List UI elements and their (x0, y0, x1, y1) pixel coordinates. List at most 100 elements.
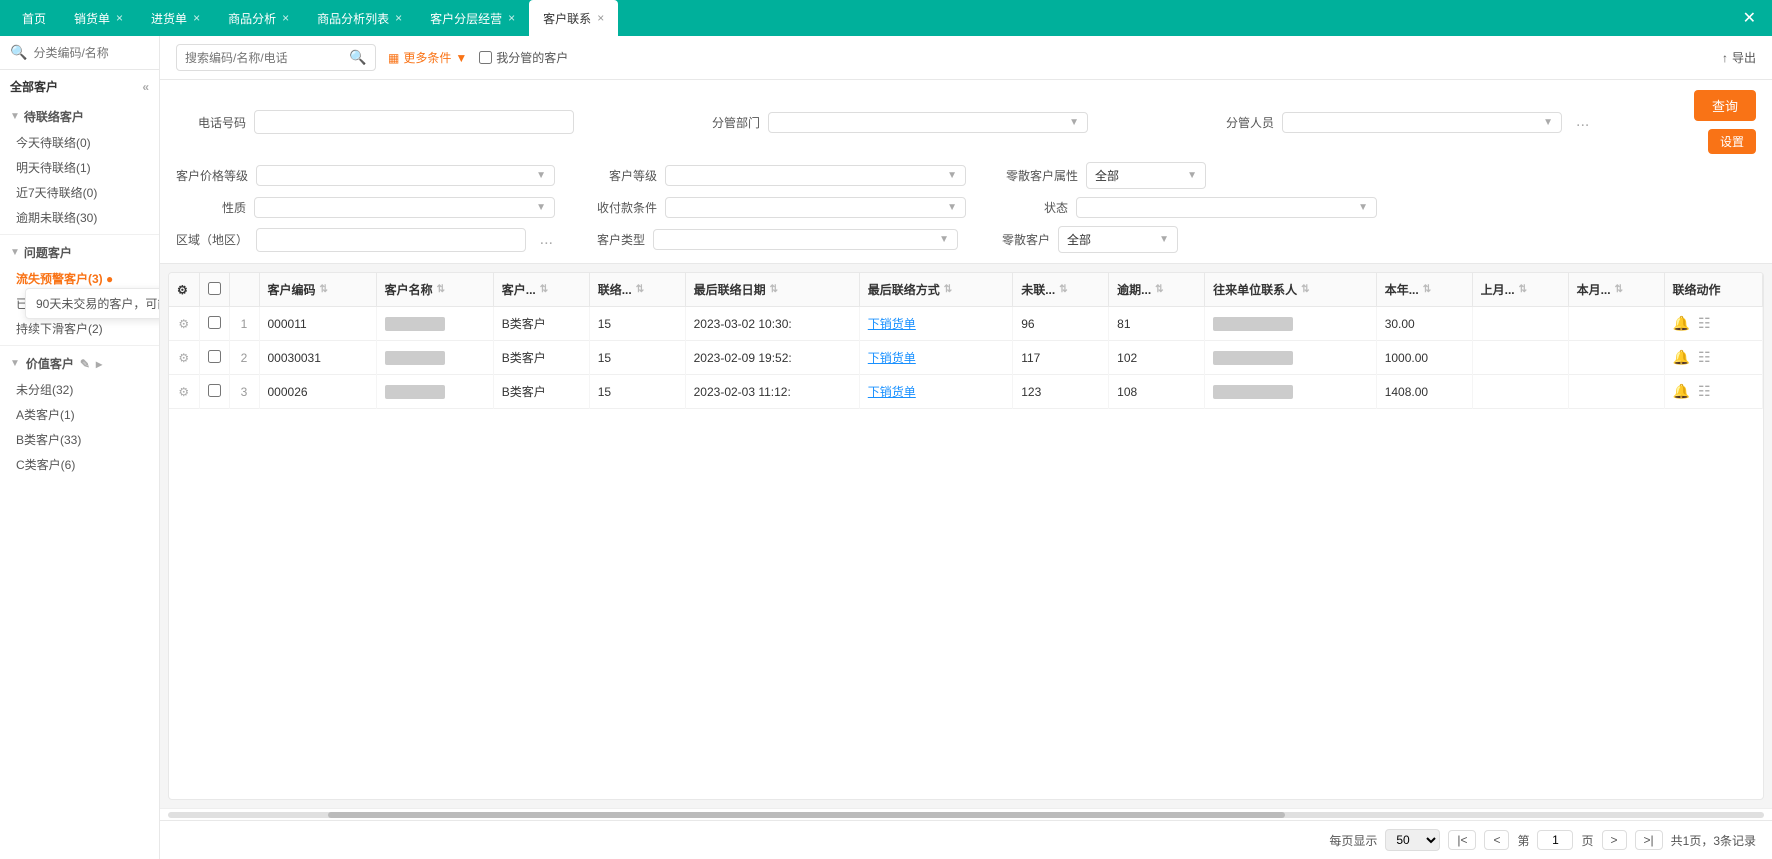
last-page-btn[interactable]: >| (1635, 830, 1663, 850)
sidebar-group-value[interactable]: ▼ 价值客户 ✎ ▸ (0, 350, 159, 377)
sidebar-group-problem[interactable]: ▼ 问题客户 (0, 239, 159, 266)
sidebar-item-ungrouped[interactable]: 未分组(32) (0, 377, 159, 402)
sidebar-item-churn-warning-badge: ● (106, 272, 113, 286)
row-action-bell-2[interactable]: 🔔 (1673, 383, 1690, 400)
th-overdue[interactable]: 逾期... ⇅ (1109, 273, 1205, 307)
tab-customer-contact[interactable]: 客户联系 × (529, 0, 618, 36)
page-number-input[interactable] (1537, 830, 1573, 850)
th-last-method[interactable]: 最后联络方式 ⇅ (859, 273, 1012, 307)
th-last-month[interactable]: 上月... ⇅ (1472, 273, 1568, 307)
filter-label-price-grade: 客户价格等级 (176, 167, 248, 184)
row-last-method-0[interactable]: 下销货单 (859, 307, 1012, 341)
th-last-date[interactable]: 最后联络日期 ⇅ (685, 273, 859, 307)
my-customers-check[interactable] (479, 51, 492, 64)
my-customers-checkbox[interactable]: 我分管的客户 (479, 49, 568, 66)
th-this-month[interactable]: 本月... ⇅ (1568, 273, 1664, 307)
filter-input-region[interactable] (256, 228, 526, 252)
row-action-bell-0[interactable]: 🔔 (1673, 315, 1690, 332)
filter-select-payment[interactable]: ▼ (665, 197, 966, 218)
tab-customer-contact-close[interactable]: × (597, 11, 604, 25)
filter-select-status[interactable]: ▼ (1076, 197, 1377, 218)
next-page-btn[interactable]: > (1602, 830, 1627, 850)
filter-select-price-grade[interactable]: ▼ (256, 165, 555, 186)
tab-product-list-close[interactable]: × (395, 11, 402, 25)
filter-select-manager[interactable]: ▼ (1282, 112, 1562, 133)
bottom-scrollbar-thumb[interactable] (328, 812, 1286, 818)
query-button[interactable]: 查询 (1694, 90, 1756, 121)
tab-purchase[interactable]: 进货单 × (137, 0, 214, 36)
tab-purchase-close[interactable]: × (193, 11, 200, 25)
filter-select-retail[interactable]: 全部 ▼ (1058, 226, 1178, 253)
filter-select-customer-grade[interactable]: ▼ (665, 165, 966, 186)
row-checkbox-1[interactable] (208, 350, 221, 363)
row-checkbox-cell[interactable] (199, 341, 229, 375)
sidebar-search-input[interactable] (33, 46, 160, 60)
sidebar-root-header[interactable]: 全部客户 « (0, 70, 159, 103)
th-this-year[interactable]: 本年... ⇅ (1376, 273, 1472, 307)
row-checkbox-2[interactable] (208, 384, 221, 397)
sidebar-item-class-c[interactable]: C类客户(6) (0, 452, 159, 477)
sidebar-item-declining[interactable]: 持续下滑客户(2) (0, 316, 159, 341)
prev-page-btn[interactable]: < (1484, 830, 1509, 850)
tab-sales[interactable]: 销货单 × (60, 0, 137, 36)
tab-home[interactable]: 首页 (8, 0, 60, 36)
th-uncontacted[interactable]: 未联... ⇅ (1013, 273, 1109, 307)
region-more-btn[interactable]: ... (534, 231, 559, 249)
filter-select-customer-type[interactable]: ▼ (653, 229, 958, 250)
th-contact[interactable]: 联络... ⇅ (589, 273, 685, 307)
sidebar-group-value-edit-icon[interactable]: ✎ (80, 357, 90, 371)
row-last-method-2[interactable]: 下销货单 (859, 375, 1012, 409)
sidebar-item-overdue[interactable]: 逾期未联络(30) (0, 205, 159, 230)
row-action-grid-1[interactable]: ☷ (1698, 349, 1711, 366)
row-settings[interactable]: ⚙ (169, 375, 199, 409)
row-last-method-link-0[interactable]: 下销货单 (868, 317, 916, 331)
filter-select-retail-attr[interactable]: 全部 ▼ (1086, 162, 1206, 189)
tab-sales-close[interactable]: × (116, 11, 123, 25)
search-icon[interactable]: 🔍 (349, 49, 366, 66)
row-checkbox-cell[interactable] (199, 375, 229, 409)
row-last-method-1[interactable]: 下销货单 (859, 341, 1012, 375)
th-uncontacted-sort: ⇅ (1059, 284, 1067, 295)
row-action-grid-2[interactable]: ☷ (1698, 383, 1711, 400)
th-settings[interactable]: ⚙ (169, 273, 199, 307)
sidebar-group-pending[interactable]: ▼ 待联络客户 (0, 103, 159, 130)
row-last-method-link-2[interactable]: 下销货单 (868, 385, 916, 399)
th-name[interactable]: 客户名称 ⇅ (376, 273, 493, 307)
row-last-method-link-1[interactable]: 下销货单 (868, 351, 916, 365)
th-checkbox[interactable] (199, 273, 229, 307)
settings-button[interactable]: 设置 (1708, 129, 1756, 154)
bottom-scrollbar[interactable] (168, 812, 1764, 818)
th-code[interactable]: 客户编码 ⇅ (259, 273, 376, 307)
tab-product-analysis[interactable]: 商品分析 × (214, 0, 303, 36)
th-contact-person[interactable]: 往来单位联系人 ⇅ (1205, 273, 1377, 307)
filter-input-phone[interactable] (254, 110, 574, 134)
export-btn[interactable]: ↑ 导出 (1722, 49, 1756, 66)
row-checkbox-0[interactable] (208, 316, 221, 329)
window-close-button[interactable]: ✕ (1735, 8, 1764, 28)
sidebar-item-class-a[interactable]: A类客户(1) (0, 402, 159, 427)
sidebar-item-today[interactable]: 今天待联络(0) (0, 130, 159, 155)
filter-select-nature[interactable]: ▼ (254, 197, 555, 218)
row-action-grid-0[interactable]: ☷ (1698, 315, 1711, 332)
sidebar-item-class-b[interactable]: B类客户(33) (0, 427, 159, 452)
select-all-checkbox[interactable] (208, 282, 221, 295)
th-type[interactable]: 客户... ⇅ (493, 273, 589, 307)
tab-customer-tier-close[interactable]: × (508, 11, 515, 25)
row-settings[interactable]: ⚙ (169, 341, 199, 375)
row-settings[interactable]: ⚙ (169, 307, 199, 341)
first-page-btn[interactable]: |< (1448, 830, 1476, 850)
filter-select-dept[interactable]: ▼ (768, 112, 1088, 133)
manager-more-btn[interactable]: ... (1570, 113, 1595, 131)
per-page-select[interactable]: 50 100 (1385, 829, 1440, 851)
row-action-bell-1[interactable]: 🔔 (1673, 349, 1690, 366)
row-checkbox-cell[interactable] (199, 307, 229, 341)
manager-dropdown-icon: ▼ (1543, 117, 1553, 128)
tab-customer-tier[interactable]: 客户分层经营 × (416, 0, 529, 36)
more-conditions-btn[interactable]: ▦ 更多条件 ▼ (388, 49, 467, 66)
tab-product-analysis-close[interactable]: × (282, 11, 289, 25)
sidebar-group-value-add-icon[interactable]: ▸ (96, 357, 102, 371)
sidebar-item-tomorrow[interactable]: 明天待联络(1) (0, 155, 159, 180)
sidebar-item-7days[interactable]: 近7天待联络(0) (0, 180, 159, 205)
tab-product-list[interactable]: 商品分析列表 × (303, 0, 416, 36)
search-input[interactable] (185, 51, 345, 65)
